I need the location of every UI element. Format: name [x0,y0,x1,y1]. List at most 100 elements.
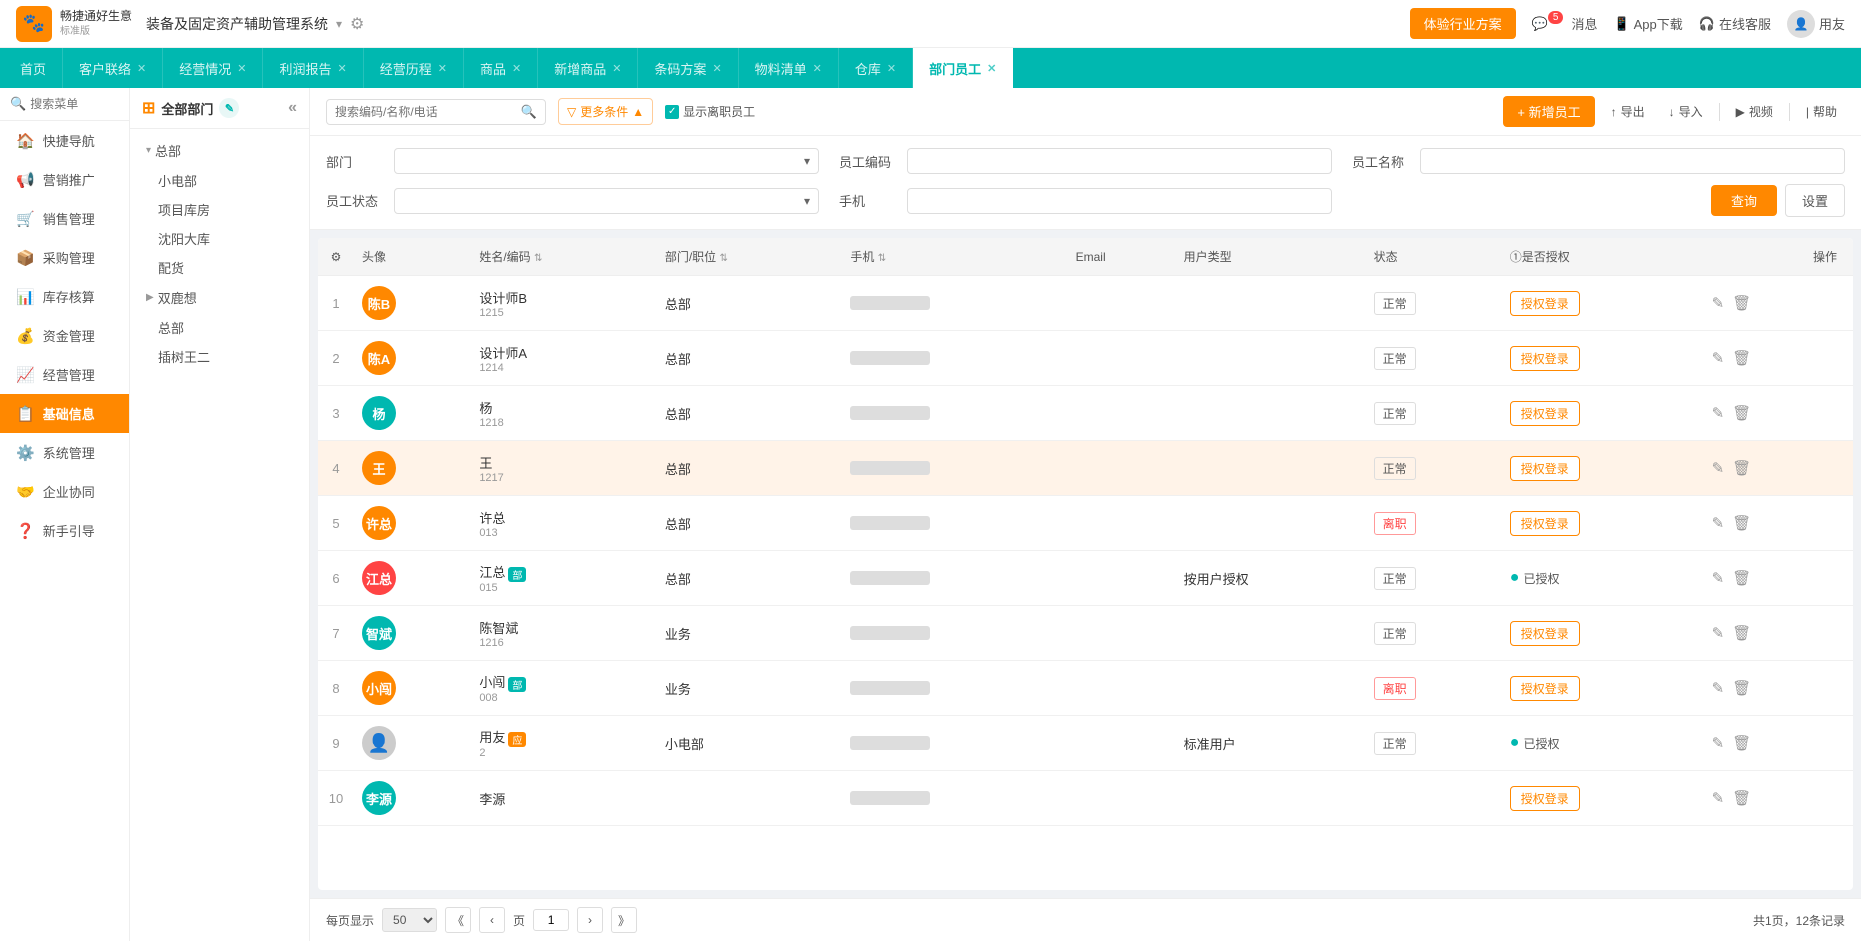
dept-node-zongbu-group[interactable]: ▾ 总部 [130,135,309,166]
tab-profit-close[interactable]: ✕ [338,62,347,75]
dept-edit-btn[interactable]: ✎ [219,98,239,118]
tab-business-close[interactable]: ✕ [237,62,246,75]
col-name[interactable]: 姓名/编码 ⇅ [471,238,657,276]
edit-btn-5[interactable]: ✎ [1712,514,1725,532]
add-staff-button[interactable]: + 新增员工 [1503,96,1594,127]
set-button[interactable]: 设置 [1785,184,1845,217]
tab-process[interactable]: 经营历程 ✕ [364,48,464,88]
tab-home[interactable]: 首页 [0,48,63,88]
auth-btn-row-8[interactable]: 授权登录 [1510,676,1580,701]
edit-btn-9[interactable]: ✎ [1712,734,1725,752]
dept-node-shuangluo[interactable]: ▶ 双鹿想 [130,282,309,313]
del-btn-2[interactable]: 🗑 [1732,349,1751,367]
del-btn-4[interactable]: 🗑 [1732,459,1751,477]
sidebar-item-system[interactable]: ⚙️ 系统管理 [0,433,129,472]
settings-icon[interactable]: ⚙ [350,14,364,34]
col-phone[interactable]: 手机 ⇅ [842,238,1067,276]
tab-barcode[interactable]: 条码方案 ✕ [638,48,738,88]
sidebar-item-business-mgmt[interactable]: 📈 经营管理 [0,355,129,394]
service-btn[interactable]: 🎧 在线客服 [1699,14,1771,33]
more-filter-btn[interactable]: ▽ 更多条件 ▲ [558,98,653,125]
tab-newgoods-close[interactable]: ✕ [612,62,621,75]
del-btn-6[interactable]: 🗑 [1732,569,1751,587]
sidebar-item-sales[interactable]: 🛒 销售管理 [0,199,129,238]
sidebar-item-inventory[interactable]: 📊 库存核算 [0,277,129,316]
auth-btn-row-1[interactable]: 授权登录 [1510,291,1580,316]
del-btn-7[interactable]: 🗑 [1732,624,1751,642]
search-input[interactable] [335,105,515,119]
tab-warehouse-close[interactable]: ✕ [887,62,896,75]
dept-node-buwang[interactable]: 插树王二 [130,342,309,371]
message-btn[interactable]: 💬 5 消息 [1532,14,1598,33]
dept-node-zongbu2[interactable]: 总部 [130,313,309,342]
per-page-select[interactable]: 50 100 200 [382,908,437,932]
view-btn[interactable]: ▶ 视频 [1728,98,1781,125]
page-number-input[interactable] [533,909,569,931]
prev-page-btn[interactable]: ‹ [479,907,505,933]
tab-material[interactable]: 物料清单 ✕ [739,48,839,88]
edit-btn-2[interactable]: ✎ [1712,349,1725,367]
sidebar-item-finance[interactable]: 💰 资金管理 [0,316,129,355]
col-settings[interactable]: ⚙ [318,238,354,276]
tab-profit[interactable]: 利润报告 ✕ [263,48,363,88]
import-btn[interactable]: ↓ 导入 [1661,98,1711,125]
filter-empname-input[interactable] [1420,148,1845,174]
tab-customer-close[interactable]: ✕ [137,62,146,75]
auth-btn-row-3[interactable]: 授权登录 [1510,401,1580,426]
sidebar-item-basicinfo[interactable]: 📋 基础信息 [0,394,129,433]
col-dept[interactable]: 部门/职位 ⇅ [657,238,843,276]
sidebar-item-marketing[interactable]: 📢 营销推广 [0,160,129,199]
auth-btn-row-5[interactable]: 授权登录 [1510,511,1580,536]
tab-staff-close[interactable]: ✕ [987,62,996,75]
sidebar-item-enterprise[interactable]: 🤝 企业协同 [0,472,129,511]
tab-goods[interactable]: 商品 ✕ [464,48,538,88]
del-btn-3[interactable]: 🗑 [1732,404,1751,422]
auth-btn-row-7[interactable]: 授权登录 [1510,621,1580,646]
dept-node-peihuo[interactable]: 配货 [130,253,309,282]
filter-dept-select[interactable]: ▾ [394,148,819,174]
export-btn[interactable]: ↑ 导出 [1603,98,1653,125]
tab-goods-close[interactable]: ✕ [512,62,521,75]
last-page-btn[interactable]: 》 [611,907,637,933]
sidebar-search-input[interactable] [30,97,119,111]
dept-node-shenyang[interactable]: 沈阳大库 [130,224,309,253]
sidebar-item-newbie[interactable]: ❓ 新手引导 [0,511,129,550]
tab-material-close[interactable]: ✕ [813,62,822,75]
help-btn[interactable]: | 帮助 [1798,98,1845,125]
trial-button[interactable]: 体验行业方案 [1410,8,1516,39]
filter-empcode-input[interactable] [907,148,1332,174]
auth-btn-row-2[interactable]: 授权登录 [1510,346,1580,371]
query-button[interactable]: 查询 [1711,185,1777,216]
tab-business[interactable]: 经营情况 ✕ [163,48,263,88]
edit-btn-3[interactable]: ✎ [1712,404,1725,422]
del-btn-9[interactable]: 🗑 [1732,734,1751,752]
edit-btn-7[interactable]: ✎ [1712,624,1725,642]
app-download-btn[interactable]: 📱 App下载 [1613,14,1682,33]
del-btn-8[interactable]: 🗑 [1732,679,1751,697]
tab-process-close[interactable]: ✕ [438,62,447,75]
system-dropdown-arrow[interactable]: ▾ [336,17,342,31]
user-area[interactable]: 👤 用友 [1787,10,1845,38]
dept-node-xiangmu[interactable]: 项目库房 [130,195,309,224]
next-page-btn[interactable]: › [577,907,603,933]
sidebar-item-purchase[interactable]: 📦 采购管理 [0,238,129,277]
tab-newgoods[interactable]: 新增商品 ✕ [538,48,638,88]
tab-customer[interactable]: 客户联络 ✕ [63,48,163,88]
filter-phone-input[interactable] [907,188,1332,214]
dept-collapse-btn[interactable]: « [288,99,297,117]
show-left-checkbox-wrap[interactable]: ✓ 显示离职员工 [665,103,755,120]
tab-barcode-close[interactable]: ✕ [712,62,721,75]
auth-btn-row-10[interactable]: 授权登录 [1510,786,1580,811]
edit-btn-1[interactable]: ✎ [1712,294,1725,312]
del-btn-1[interactable]: 🗑 [1732,294,1751,312]
tab-warehouse[interactable]: 仓库 ✕ [839,48,913,88]
first-page-btn[interactable]: 《 [445,907,471,933]
sidebar-item-quicknav[interactable]: 🏠 快捷导航 [0,121,129,160]
edit-btn-6[interactable]: ✎ [1712,569,1725,587]
edit-btn-10[interactable]: ✎ [1712,789,1725,807]
filter-status-select[interactable]: ▾ [394,188,819,214]
tab-staff[interactable]: 部门员工 ✕ [913,48,1013,88]
edit-btn-8[interactable]: ✎ [1712,679,1725,697]
auth-btn-row-4[interactable]: 授权登录 [1510,456,1580,481]
del-btn-10[interactable]: 🗑 [1732,789,1751,807]
